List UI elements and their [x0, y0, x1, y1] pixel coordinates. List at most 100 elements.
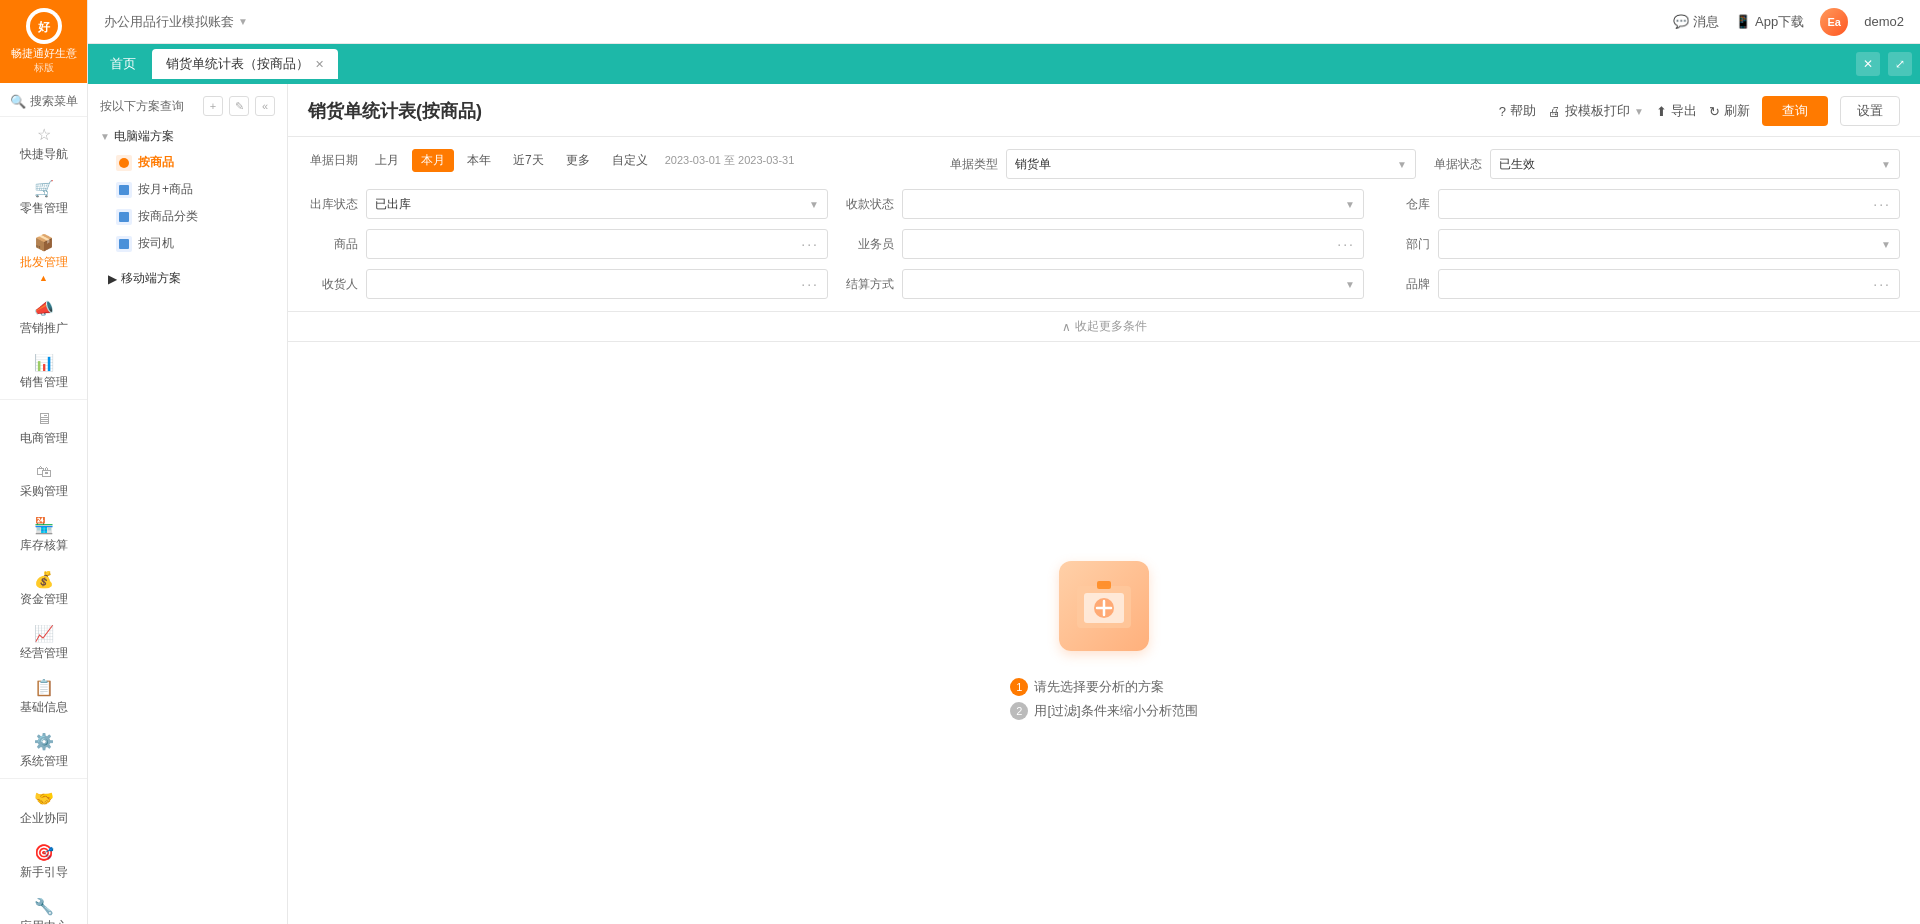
export-label: 导出 — [1671, 102, 1697, 120]
svg-point-2 — [119, 158, 129, 168]
scheme-item-by-month-product[interactable]: 按月+商品 — [88, 176, 287, 203]
sidebar-item-wholesale[interactable]: 📦 批发管理 ▲ — [0, 225, 87, 291]
sidebar-search[interactable]: 🔍 搜索菜单 — [0, 83, 87, 117]
scheme-item-by-cashier[interactable]: 按司机 — [88, 230, 287, 257]
salesperson-dots-icon[interactable]: ··· — [1337, 236, 1355, 252]
sidebar-item-retail[interactable]: 🛒 零售管理 — [0, 171, 87, 225]
date-period-last-month[interactable]: 上月 — [366, 149, 408, 172]
left-panel-header: 按以下方案查询 + ✎ « — [88, 92, 287, 124]
receipt-status-chevron-icon: ▼ — [1345, 199, 1355, 210]
app-download-label: App下载 — [1755, 13, 1804, 31]
settlement-label: 结算方式 — [844, 276, 894, 293]
sidebar-item-label: 营销推广 — [20, 320, 68, 337]
date-period-custom[interactable]: 自定义 — [603, 149, 657, 172]
svg-rect-5 — [119, 239, 129, 249]
sidebar-item-appstore[interactable]: 🔧 应用中心 — [0, 889, 87, 924]
collapse-panel-btn[interactable]: « — [255, 96, 275, 116]
sidebar-item-basic[interactable]: 📋 基础信息 — [0, 670, 87, 724]
mobile-group-title[interactable]: ▶ 移动端方案 — [88, 265, 287, 292]
pc-scheme-group: ▼ 电脑端方案 按商品 按月+商品 — [88, 124, 287, 265]
tab-close-window-btn[interactable]: ✕ — [1856, 52, 1880, 76]
export-btn[interactable]: ⬆ 导出 — [1656, 102, 1697, 120]
settings-btn[interactable]: 设置 — [1840, 96, 1900, 126]
message-btn[interactable]: 💬 消息 — [1673, 13, 1719, 31]
filter-warehouse: 仓库 ··· — [1380, 189, 1900, 219]
tab-home-label: 首页 — [110, 55, 136, 73]
print-chevron-icon: ▼ — [1634, 106, 1644, 117]
dept-select[interactable]: ▼ — [1438, 229, 1900, 259]
date-period-this-month[interactable]: 本月 — [412, 149, 454, 172]
scheme-item-by-product[interactable]: 按商品 — [88, 149, 287, 176]
receiver-dots-icon[interactable]: ··· — [801, 276, 819, 292]
template-print-btn[interactable]: 🖨 按模板打印 ▼ — [1548, 102, 1644, 120]
doc-status-select[interactable]: 已生效 ▼ — [1490, 149, 1900, 179]
sidebar-item-enterprise[interactable]: 🤝 企业协同 — [0, 781, 87, 835]
date-period-more[interactable]: 更多 — [557, 149, 599, 172]
sidebar-item-newbie[interactable]: 🎯 新手引导 — [0, 835, 87, 889]
sidebar-item-ecommerce[interactable]: 🖥 电商管理 — [0, 402, 87, 455]
settlement-select[interactable]: ▼ — [902, 269, 1364, 299]
app-download-btn[interactable]: 📱 App下载 — [1735, 13, 1804, 31]
filter-department: 部门 ▼ — [1380, 229, 1900, 259]
sidebar-item-sales[interactable]: 📊 销售管理 — [0, 345, 87, 399]
sidebar-item-finance[interactable]: 💰 资金管理 — [0, 562, 87, 616]
receiver-select[interactable]: ··· — [366, 269, 828, 299]
brand-dots-icon[interactable]: ··· — [1873, 276, 1891, 292]
filter-receipt-status: 收款状态 ▼ — [844, 189, 1364, 219]
doc-status-chevron-icon: ▼ — [1881, 159, 1891, 170]
date-period-this-year[interactable]: 本年 — [458, 149, 500, 172]
right-panel: 销货单统计表(按商品) ? 帮助 🖨 按模板打印 ▼ ⬆ — [288, 84, 1920, 924]
sidebar-item-inventory[interactable]: 🏪 库存核算 — [0, 508, 87, 562]
doc-type-select[interactable]: 销货单 ▼ — [1006, 149, 1416, 179]
company-selector[interactable]: 办公用品行业模拟账套 ▼ — [104, 13, 248, 31]
warehouse-select[interactable]: ··· — [1438, 189, 1900, 219]
app-logo[interactable]: 好 畅捷通好生意 标版 — [0, 0, 88, 83]
refresh-btn[interactable]: ↻ 刷新 — [1709, 102, 1750, 120]
product-dots-icon[interactable]: ··· — [801, 236, 819, 252]
settlement-chevron-icon: ▼ — [1345, 279, 1355, 290]
svg-rect-4 — [119, 212, 129, 222]
tab-home[interactable]: 首页 — [96, 49, 150, 79]
sidebar-item-purchase[interactable]: 🛍 采购管理 — [0, 455, 87, 508]
wh-status-select[interactable]: 已出库 ▼ — [366, 189, 828, 219]
hint-num-2: 2 — [1010, 702, 1028, 720]
page-title: 销货单统计表(按商品) — [308, 99, 482, 123]
sidebar-item-operations[interactable]: 📈 经营管理 — [0, 616, 87, 670]
filter-area: 单据日期 上月 本月 本年 近7天 更多 自定义 2023-03-01 至 20… — [288, 137, 1920, 312]
warehouse-dots-icon[interactable]: ··· — [1873, 196, 1891, 212]
collapse-arrow-icon: ∧ — [1062, 320, 1071, 334]
topbar-right: 💬 消息 📱 App下载 Ea demo2 — [1673, 8, 1904, 36]
tab-stats[interactable]: 销货单统计表（按商品） ✕ — [152, 49, 338, 79]
empty-hint-1: 1 请先选择要分析的方案 — [1010, 678, 1197, 696]
scheme-item-label: 按月+商品 — [138, 181, 193, 198]
help-icon: ? — [1499, 104, 1506, 119]
collapse-bar[interactable]: ∧ 收起更多条件 — [288, 312, 1920, 342]
query-btn[interactable]: 查询 — [1762, 96, 1828, 126]
scheme-item-by-category[interactable]: 按商品分类 — [88, 203, 287, 230]
app-download-icon: 📱 — [1735, 14, 1751, 29]
mobile-group-label: 移动端方案 — [121, 270, 181, 287]
tab-maximize-btn[interactable]: ⤢ — [1888, 52, 1912, 76]
tab-close-icon[interactable]: ✕ — [315, 58, 324, 71]
pc-group-title[interactable]: ▼ 电脑端方案 — [88, 124, 287, 149]
empty-box-icon — [1059, 561, 1149, 651]
salesperson-select[interactable]: ··· — [902, 229, 1364, 259]
wh-status-label: 出库状态 — [308, 196, 358, 213]
sidebar-item-quick-nav[interactable]: ☆ 快捷导航 — [0, 117, 87, 171]
date-period-7days[interactable]: 近7天 — [504, 149, 553, 172]
receipt-status-select[interactable]: ▼ — [902, 189, 1364, 219]
brand-select[interactable]: ··· — [1438, 269, 1900, 299]
add-scheme-btn[interactable]: + — [203, 96, 223, 116]
sidebar-item-marketing[interactable]: 📣 营销推广 — [0, 291, 87, 345]
help-btn[interactable]: ? 帮助 — [1499, 102, 1536, 120]
sidebar-item-system[interactable]: ⚙️ 系统管理 — [0, 724, 87, 778]
product-select[interactable]: ··· — [366, 229, 828, 259]
doc-type-value: 销货单 — [1015, 156, 1051, 173]
empty-hints: 1 请先选择要分析的方案 2 用[过滤]条件来缩小分析范围 — [1010, 678, 1197, 720]
filter-doc-type: 单据类型 销货单 ▼ — [948, 149, 1416, 179]
query-btn-label: 查询 — [1782, 102, 1808, 120]
message-label: 消息 — [1693, 13, 1719, 31]
topbar-left: 办公用品行业模拟账套 ▼ — [104, 13, 248, 31]
edit-scheme-btn[interactable]: ✎ — [229, 96, 249, 116]
user-avatar[interactable]: Ea — [1820, 8, 1848, 36]
